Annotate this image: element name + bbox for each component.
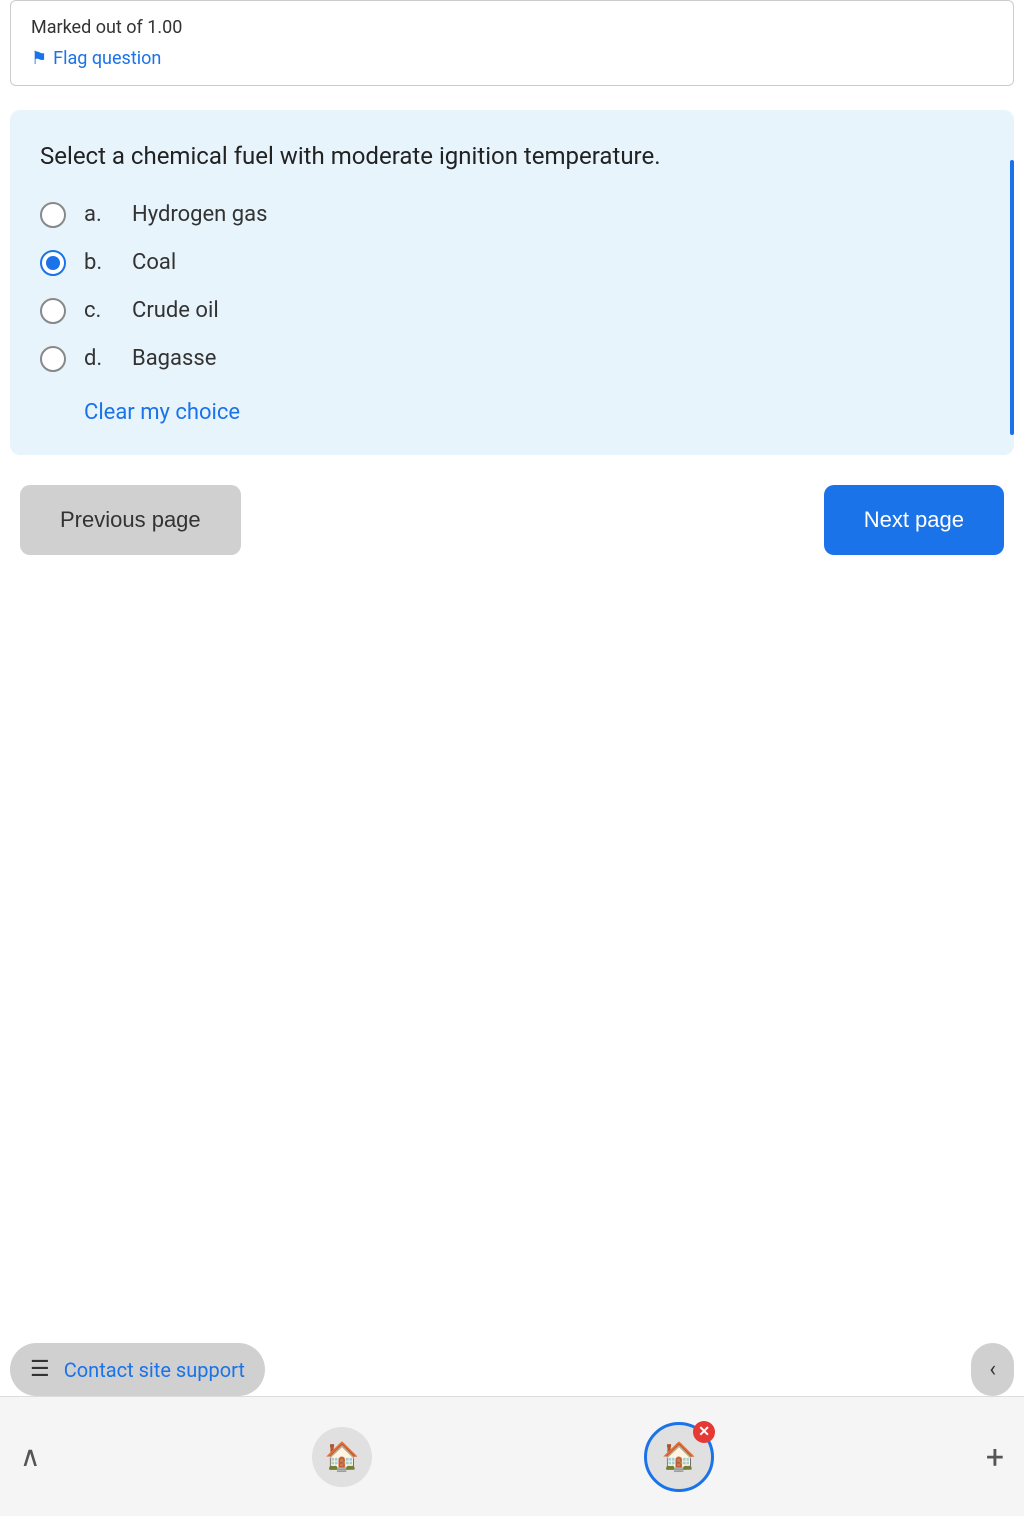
bottom-left-panel[interactable]: ☰ Contact site support: [10, 1343, 265, 1396]
taskbar: ∧ 🏠 🏠 ✕ +: [0, 1396, 1024, 1516]
option-b[interactable]: b. Coal: [40, 250, 984, 276]
option-label-d: d.: [84, 346, 114, 371]
collapse-panel-button[interactable]: ‹: [971, 1343, 1014, 1396]
question-card: Select a chemical fuel with moderate ign…: [10, 110, 1014, 455]
next-page-button[interactable]: Next page: [824, 485, 1004, 555]
option-text-d: Bagasse: [132, 346, 216, 371]
prev-page-button[interactable]: Previous page: [20, 485, 241, 555]
close-icon: ✕: [698, 1424, 710, 1440]
info-bar: Marked out of 1.00 ⚑ Flag question: [10, 0, 1014, 86]
radio-a[interactable]: [40, 202, 66, 228]
app-icon-active[interactable]: 🏠 ✕: [644, 1422, 714, 1492]
bottom-bar: ☰ Contact site support ‹: [0, 1343, 1024, 1396]
option-text-b: Coal: [132, 250, 176, 275]
marked-out-text: Marked out of 1.00: [31, 17, 993, 38]
radio-b[interactable]: [40, 250, 66, 276]
option-a[interactable]: a. Hydrogen gas: [40, 202, 984, 228]
flag-icon: ⚑: [31, 48, 47, 69]
accent-border: [1010, 160, 1014, 435]
options-list: a. Hydrogen gas b. Coal c. Crude oil d. …: [40, 202, 984, 372]
hamburger-icon: ☰: [30, 1357, 50, 1382]
close-badge[interactable]: ✕: [693, 1421, 715, 1443]
question-text: Select a chemical fuel with moderate ign…: [40, 140, 984, 174]
option-label-c: c.: [84, 298, 114, 323]
radio-c[interactable]: [40, 298, 66, 324]
radio-d[interactable]: [40, 346, 66, 372]
option-label-a: a.: [84, 202, 114, 227]
option-text-a: Hydrogen gas: [132, 202, 267, 227]
app-icon-inactive[interactable]: 🏠: [312, 1427, 372, 1487]
radio-b-inner: [46, 256, 60, 270]
flag-question-button[interactable]: ⚑ Flag question: [31, 48, 993, 69]
option-d[interactable]: d. Bagasse: [40, 346, 984, 372]
flag-question-label: Flag question: [53, 48, 161, 69]
clear-choice-button[interactable]: Clear my choice: [84, 400, 240, 425]
contact-support-link[interactable]: Contact site support: [64, 1358, 245, 1382]
app-icon-active-glyph: 🏠: [662, 1440, 697, 1473]
app-icon-glyph: 🏠: [325, 1440, 360, 1473]
option-c[interactable]: c. Crude oil: [40, 298, 984, 324]
option-label-b: b.: [84, 250, 114, 275]
nav-buttons: Previous page Next page: [10, 485, 1014, 555]
chevron-left-icon: ‹: [989, 1357, 996, 1382]
chevron-up-icon[interactable]: ∧: [20, 1440, 41, 1473]
option-text-c: Crude oil: [132, 298, 219, 323]
add-tab-button[interactable]: +: [986, 1438, 1004, 1476]
